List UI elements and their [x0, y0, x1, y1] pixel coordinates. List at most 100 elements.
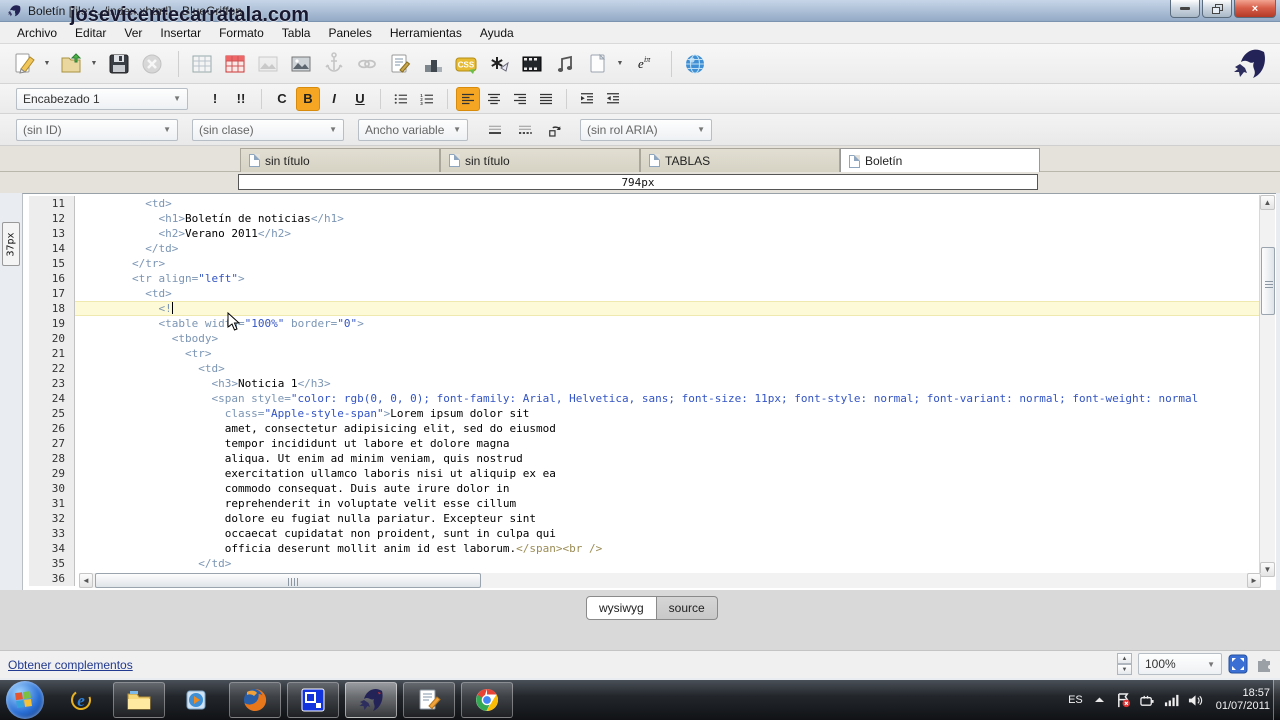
strong-emphasis-button[interactable]: !! — [229, 87, 253, 111]
code-line-32[interactable]: 32 dolore eu fugiat nulla pariatur. Exce… — [23, 511, 1259, 526]
horizontal-scrollbar[interactable]: ◄ ► — [79, 573, 1261, 588]
bold-button[interactable]: B — [296, 86, 320, 111]
menu-paneles[interactable]: Paneles — [319, 24, 380, 42]
code-line-33[interactable]: 33 occaecat cupidatat non proident, sunt… — [23, 526, 1259, 541]
code-line-22[interactable]: 22 <td> — [23, 361, 1259, 376]
insert-audio-button[interactable] — [550, 49, 580, 79]
code-format-button[interactable]: C — [270, 87, 294, 111]
blank-page-dropdown-arrow[interactable]: ▼ — [616, 49, 624, 79]
code-line-20[interactable]: 20 <tbody> — [23, 331, 1259, 346]
code-line-18[interactable]: 18 <! — [23, 301, 1259, 316]
spinner-up-icon[interactable]: ▲ — [1117, 653, 1132, 664]
justify-button[interactable] — [534, 87, 558, 111]
spinner-down-icon[interactable]: ▼ — [1117, 664, 1132, 675]
save-file-button[interactable] — [104, 49, 134, 79]
new-document-dropdown-arrow[interactable]: ▼ — [43, 49, 51, 79]
css-editor-button[interactable]: CSS — [451, 49, 481, 79]
view-toggle-wysiwyg[interactable]: wysiwyg — [586, 596, 657, 620]
taskbar-clock[interactable]: 18:57 01/07/2011 — [1216, 687, 1270, 713]
title-bar[interactable]: Boletín [file:/.../index.xhtml] - BlueGr… — [0, 0, 1280, 22]
insert-image-alt-button[interactable] — [286, 49, 316, 79]
menu-archivo[interactable]: Archivo — [8, 24, 66, 42]
get-addons-link[interactable]: Obtener complementos — [8, 658, 133, 672]
script-editor-button[interactable] — [484, 49, 514, 79]
minimize-button[interactable] — [1170, 0, 1200, 18]
code-line-24[interactable]: 24 <span style="color: rgb(0, 0, 0); fon… — [23, 391, 1259, 406]
volume-icon[interactable] — [1188, 693, 1203, 708]
line-style-solid-button[interactable] — [482, 118, 508, 142]
vertical-scroll-thumb[interactable] — [1261, 247, 1275, 315]
fullscreen-icon[interactable] — [1228, 654, 1248, 674]
emphasis-button[interactable]: ! — [203, 87, 227, 111]
numbered-list-button[interactable]: 123 — [415, 87, 439, 111]
code-line-17[interactable]: 17 <td> — [23, 286, 1259, 301]
taskbar-internet-explorer[interactable]: e — [55, 682, 107, 718]
width-select[interactable]: Ancho variable ▼ — [358, 118, 468, 141]
start-button[interactable] — [6, 681, 44, 719]
align-center-button[interactable] — [482, 87, 506, 111]
blank-page-button[interactable] — [583, 49, 613, 79]
restore-button[interactable] — [1202, 0, 1232, 18]
scroll-up-arrow[interactable]: ▲ — [1260, 195, 1275, 210]
outdent-button[interactable] — [601, 87, 625, 111]
scroll-right-arrow[interactable]: ► — [1247, 573, 1261, 588]
close-button[interactable]: × — [1234, 0, 1276, 18]
taskbar-blue-app[interactable] — [287, 682, 339, 718]
code-line-15[interactable]: 15 </tr> — [23, 256, 1259, 271]
view-toggle-source[interactable]: source — [656, 596, 718, 620]
code-line-31[interactable]: 31 reprehenderit in voluptate velit esse… — [23, 496, 1259, 511]
insert-image-button[interactable] — [253, 49, 283, 79]
menu-insertar[interactable]: Insertar — [151, 24, 210, 42]
code-line-28[interactable]: 28 aliqua. Ut enim ad minim veniam, quis… — [23, 451, 1259, 466]
language-indicator[interactable]: ES — [1068, 694, 1083, 706]
line-style-dashed-button[interactable] — [512, 118, 538, 142]
code-line-30[interactable]: 30 commodo consequat. Duis aute irure do… — [23, 481, 1259, 496]
link-button[interactable] — [352, 49, 382, 79]
paragraph-style-select[interactable]: Encabezado 1 ▼ — [16, 87, 188, 110]
menu-ver[interactable]: Ver — [115, 24, 151, 42]
id-select[interactable]: (sin ID) ▼ — [16, 118, 178, 141]
code-line-12[interactable]: 12 <h1>Boletín de noticias</h1> — [23, 211, 1259, 226]
code-line-34[interactable]: 34 officia deserunt mollit anim id est l… — [23, 541, 1259, 556]
code-line-11[interactable]: 11 <td> — [23, 196, 1259, 211]
taskbar-chrome[interactable] — [461, 682, 513, 718]
insert-video-button[interactable] — [517, 49, 547, 79]
hidden-icons-arrow[interactable] — [1092, 693, 1107, 708]
source-editor[interactable]: 11 <td> 12 <h1>Boletín de noticias</h1> 13… — [22, 193, 1276, 590]
open-file-button[interactable] — [57, 49, 87, 79]
taskbar-bluegriffon[interactable] — [345, 682, 397, 718]
addons-puzzle-icon[interactable] — [1254, 654, 1274, 674]
taskbar-firefox[interactable] — [229, 682, 281, 718]
menu-editar[interactable]: Editar — [66, 24, 115, 42]
menu-herramientas[interactable]: Herramientas — [381, 24, 471, 42]
taskbar-windows-explorer[interactable] — [113, 682, 165, 718]
new-document-button[interactable] — [10, 49, 40, 79]
scroll-down-arrow[interactable]: ▼ — [1260, 562, 1275, 577]
code-line-13[interactable]: 13 <h2>Verano 2011</h2> — [23, 226, 1259, 241]
network-signal-icon[interactable] — [1164, 693, 1179, 708]
insert-table-styled-button[interactable] — [220, 49, 250, 79]
form-editor-button[interactable] — [385, 49, 415, 79]
power-plug-icon[interactable] — [1140, 693, 1155, 708]
vertical-scrollbar[interactable]: ▲ ▼ — [1259, 195, 1275, 577]
code-line-25[interactable]: 25 class="Apple-style-span">Lorem ipsum … — [23, 406, 1259, 421]
taskbar-media-player[interactable] — [171, 682, 223, 718]
document-tab-4[interactable]: Boletín — [840, 148, 1040, 173]
scroll-left-arrow[interactable]: ◄ — [79, 573, 93, 588]
action-center-flag-icon[interactable] — [1116, 692, 1131, 708]
bullet-list-button[interactable] — [389, 87, 413, 111]
show-desktop-button[interactable] — [1273, 680, 1280, 720]
class-select[interactable]: (sin clase) ▼ — [192, 118, 344, 141]
aria-role-select[interactable]: (sin rol ARIA) ▼ — [580, 118, 712, 141]
horizontal-scroll-thumb[interactable] — [95, 573, 481, 588]
code-line-35[interactable]: 35 </td> — [23, 556, 1259, 571]
italic-button[interactable]: I — [322, 87, 346, 111]
document-tab-3[interactable]: TABLAS — [640, 148, 840, 172]
taskbar-notepad[interactable] — [403, 682, 455, 718]
underline-button[interactable]: U — [348, 87, 372, 111]
math-editor-button[interactable]: e iπ — [630, 49, 660, 79]
preview-browser-button[interactable] — [680, 49, 710, 79]
code-line-14[interactable]: 14 </td> — [23, 241, 1259, 256]
open-file-dropdown-arrow[interactable]: ▼ — [90, 49, 98, 79]
code-line-23[interactable]: 23 <h3>Noticia 1</h3> — [23, 376, 1259, 391]
